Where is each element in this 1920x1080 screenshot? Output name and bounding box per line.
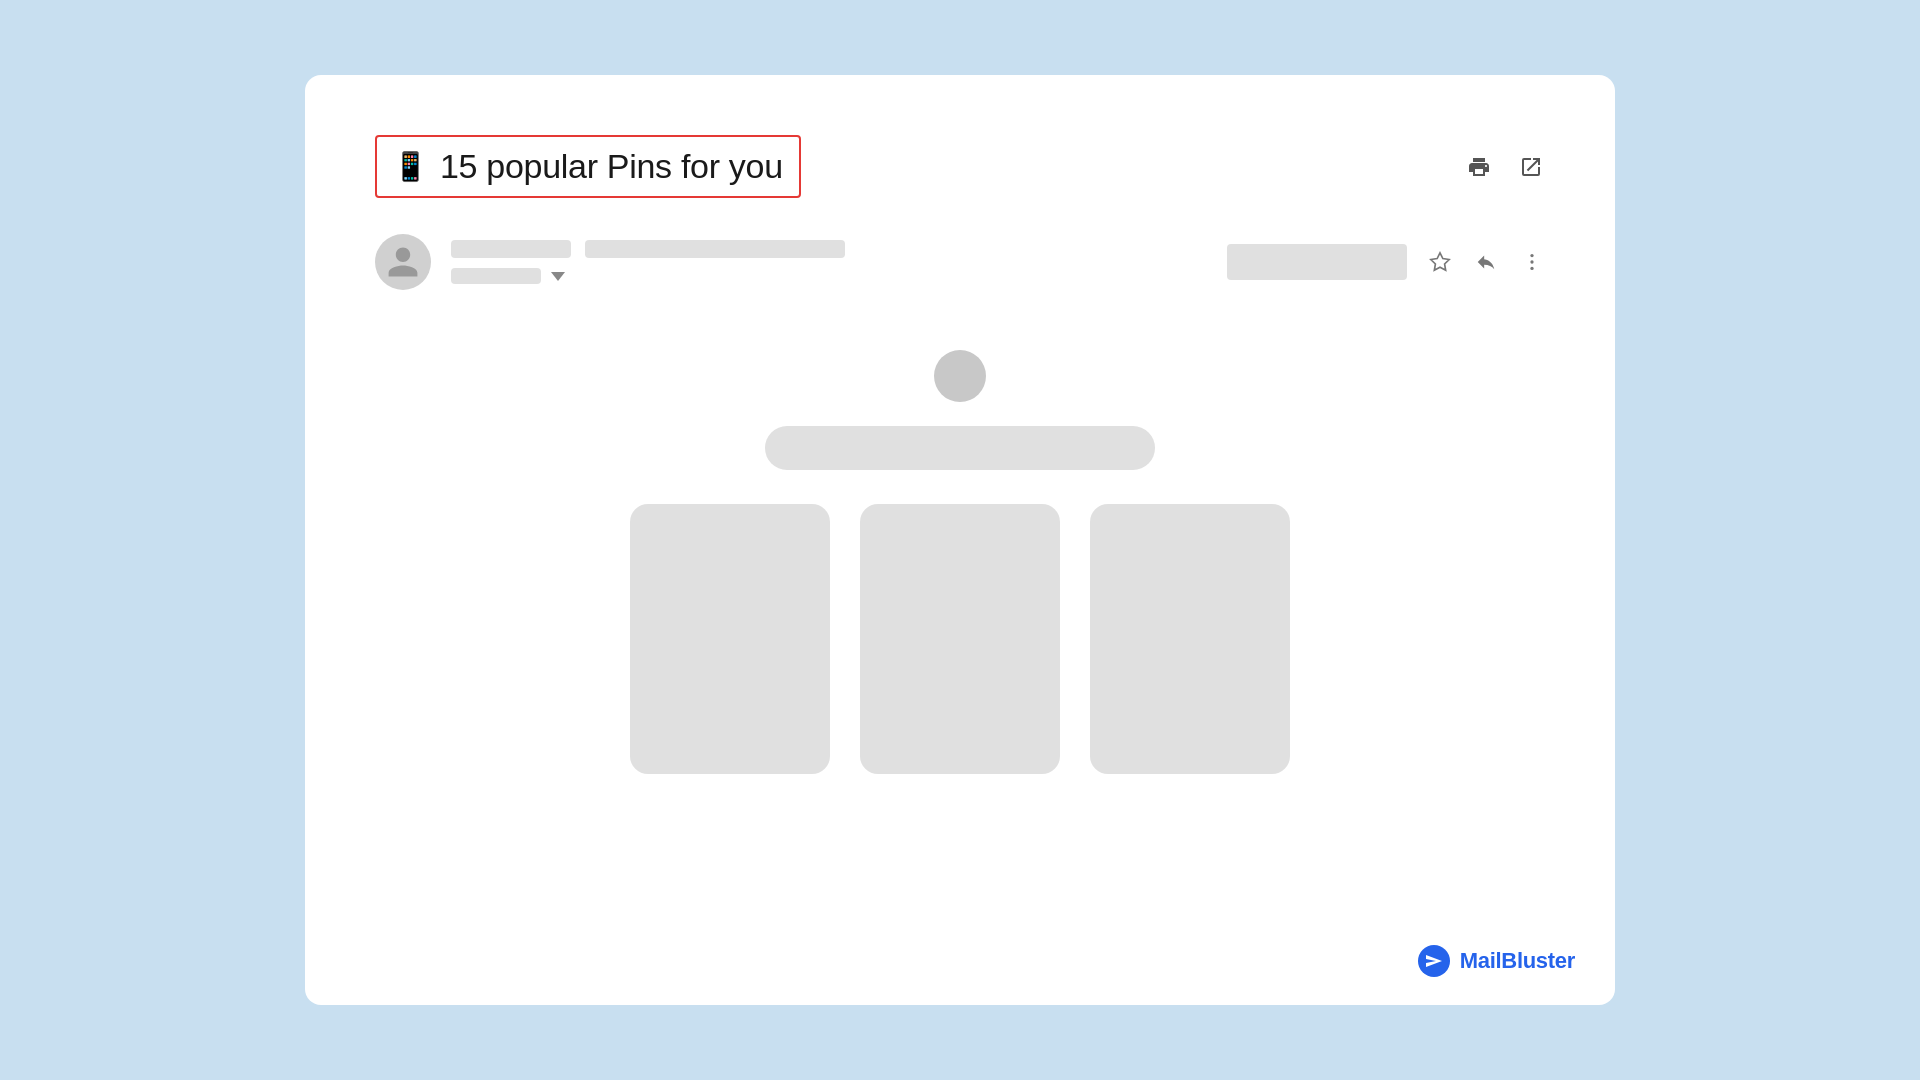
email-header-row: 📱 15 popular Pins for you bbox=[375, 135, 1545, 198]
sender-row bbox=[375, 234, 1545, 290]
skeleton-action-button bbox=[1227, 244, 1407, 280]
sender-right bbox=[1227, 244, 1545, 280]
skeleton-card-2 bbox=[860, 504, 1060, 774]
skeleton-date bbox=[451, 268, 541, 284]
cards-row bbox=[630, 504, 1290, 774]
sender-info bbox=[451, 240, 845, 284]
loading-circle bbox=[934, 350, 986, 402]
sender-name-row bbox=[451, 240, 845, 258]
svg-marker-0 bbox=[1431, 253, 1449, 270]
header-actions bbox=[1465, 153, 1545, 181]
skeleton-bar-primary bbox=[765, 426, 1155, 470]
print-icon[interactable] bbox=[1465, 153, 1493, 181]
svg-point-1 bbox=[1530, 254, 1533, 257]
mailbluster-brand: MailBluster bbox=[1418, 945, 1575, 977]
svg-point-3 bbox=[1530, 267, 1533, 270]
dropdown-arrow-icon[interactable] bbox=[551, 272, 565, 281]
mailbluster-logo-icon bbox=[1418, 945, 1450, 977]
skeleton-sender-email bbox=[585, 240, 845, 258]
email-viewer-card: 📱 15 popular Pins for you bbox=[305, 75, 1615, 1005]
subject-icon: 📱 bbox=[393, 153, 428, 181]
avatar bbox=[375, 234, 431, 290]
skeleton-sender-name bbox=[451, 240, 571, 258]
sender-left bbox=[375, 234, 845, 290]
reply-icon[interactable] bbox=[1473, 249, 1499, 275]
skeleton-card-3 bbox=[1090, 504, 1290, 774]
svg-point-2 bbox=[1530, 260, 1533, 263]
email-body bbox=[375, 330, 1545, 774]
svg-point-4 bbox=[1418, 945, 1450, 977]
email-subject-box: 📱 15 popular Pins for you bbox=[375, 135, 801, 198]
more-options-icon[interactable] bbox=[1519, 249, 1545, 275]
email-subject-text: 15 popular Pins for you bbox=[440, 147, 783, 186]
star-icon[interactable] bbox=[1427, 249, 1453, 275]
skeleton-card-1 bbox=[630, 504, 830, 774]
open-external-icon[interactable] bbox=[1517, 153, 1545, 181]
brand-name: MailBluster bbox=[1460, 948, 1575, 974]
